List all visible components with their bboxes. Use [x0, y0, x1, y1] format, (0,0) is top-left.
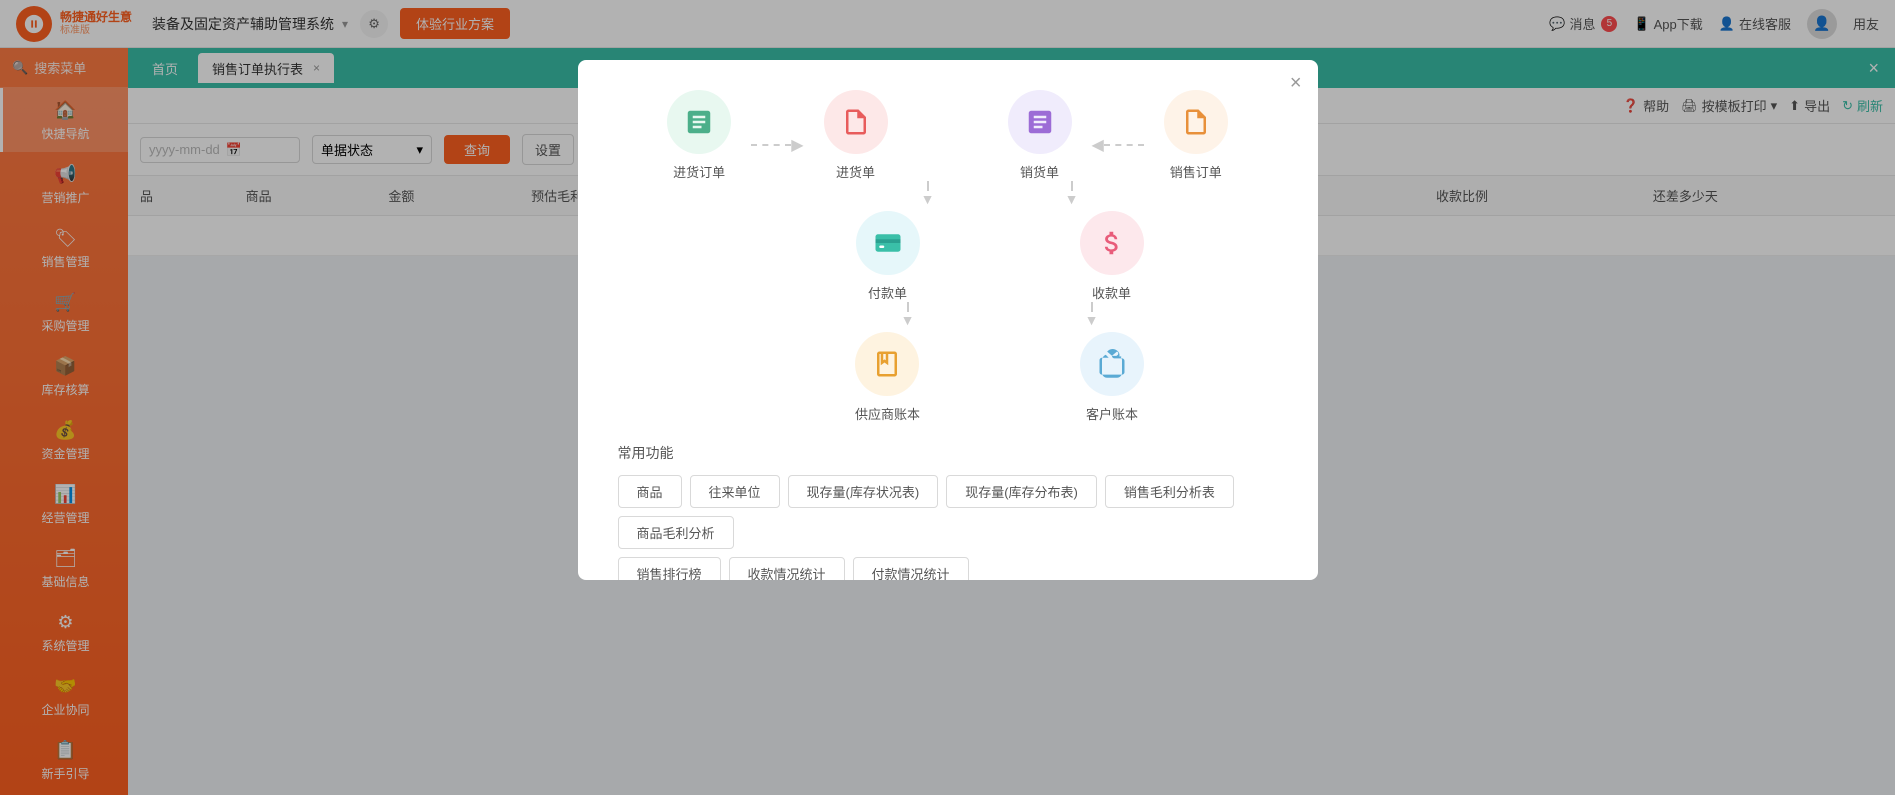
common-functions: 常用功能 商品 往来单位 现存量(库存状况表) 现存量(库存分布表) 销售毛利分…	[618, 443, 1278, 580]
sales-bill-icon	[1008, 90, 1072, 154]
flow-node-customer-ledger: 客户账本	[1080, 332, 1144, 423]
receipt-icon	[1080, 211, 1144, 275]
supplier-ledger-icon	[855, 332, 919, 396]
flow-node-purchase-order: 进货订单	[667, 90, 731, 181]
modal-overlay[interactable]: × 进货订单 ▶	[0, 0, 1895, 795]
customer-ledger-label: 客户账本	[1086, 404, 1138, 423]
func-btn-0[interactable]: 商品	[618, 475, 682, 508]
sales-order-icon	[1164, 90, 1228, 154]
flow-node-sales-order: 销售订单	[1164, 90, 1228, 181]
func-btn-5[interactable]: 商品毛利分析	[618, 516, 734, 549]
func-btn-6[interactable]: 销售排行榜	[618, 557, 721, 580]
purchase-order-label: 进货订单	[673, 162, 725, 181]
purchase-order-icon	[667, 90, 731, 154]
purchase-bill-icon	[824, 90, 888, 154]
flow-node-payment: 付款单	[856, 211, 920, 302]
purchase-bill-label: 进货单	[836, 162, 875, 181]
sales-bill-label: 销货单	[1020, 162, 1059, 181]
func-btn-1[interactable]: 往来单位	[690, 475, 780, 508]
modal-close-btn[interactable]: ×	[1290, 72, 1302, 95]
payment-label: 付款单	[868, 283, 907, 302]
supplier-ledger-label: 供应商账本	[855, 404, 920, 423]
common-functions-title: 常用功能	[618, 443, 1278, 463]
receipt-label: 收款单	[1092, 283, 1131, 302]
func-btn-8[interactable]: 付款情况统计	[853, 557, 969, 580]
flow-node-receipt: 收款单	[1080, 211, 1144, 302]
func-btn-4[interactable]: 销售毛利分析表	[1105, 475, 1234, 508]
customer-ledger-icon	[1080, 332, 1144, 396]
flow-node-supplier-ledger: 供应商账本	[855, 332, 920, 423]
func-btn-3[interactable]: 现存量(库存分布表)	[946, 475, 1097, 508]
payment-icon	[856, 211, 920, 275]
func-btn-2[interactable]: 现存量(库存状况表)	[788, 475, 939, 508]
flow-node-purchase-bill: 进货单	[824, 90, 888, 181]
flow-node-sales-bill: 销货单	[1008, 90, 1072, 181]
modal-box: × 进货订单 ▶	[578, 60, 1318, 580]
func-btn-7[interactable]: 收款情况统计	[729, 557, 845, 580]
function-buttons-row-1: 商品 往来单位 现存量(库存状况表) 现存量(库存分布表) 销售毛利分析表 商品…	[618, 475, 1278, 549]
sales-order-label: 销售订单	[1170, 162, 1222, 181]
function-buttons-row-2: 销售排行榜 收款情况统计 付款情况统计	[618, 557, 1278, 580]
